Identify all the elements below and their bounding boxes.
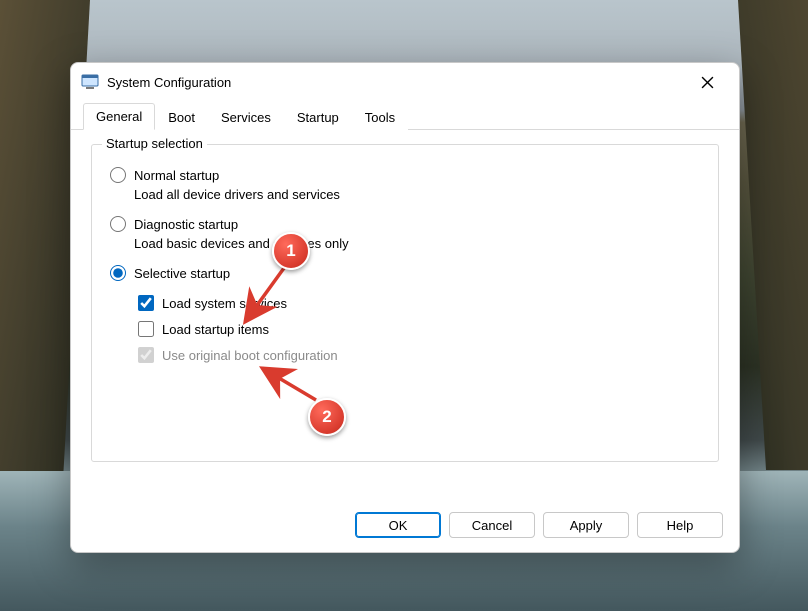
- startup-selection-group: Startup selection Normal startup Load al…: [91, 144, 719, 462]
- close-icon: [701, 76, 714, 89]
- radio-diagnostic-input[interactable]: [110, 216, 126, 232]
- radio-normal-startup[interactable]: Normal startup: [110, 167, 700, 183]
- titlebar: System Configuration: [71, 63, 739, 101]
- radio-diagnostic-desc: Load basic devices and services only: [134, 236, 700, 251]
- window-title: System Configuration: [107, 75, 231, 90]
- checkbox-use-original-boot-label: Use original boot configuration: [162, 348, 338, 363]
- cancel-button[interactable]: Cancel: [449, 512, 535, 538]
- radio-normal-input[interactable]: [110, 167, 126, 183]
- help-button[interactable]: Help: [637, 512, 723, 538]
- group-legend: Startup selection: [102, 136, 207, 151]
- radio-selective-input[interactable]: [110, 265, 126, 281]
- ok-button[interactable]: OK: [355, 512, 441, 538]
- tab-general[interactable]: General: [83, 103, 155, 130]
- tab-tools[interactable]: Tools: [352, 104, 408, 130]
- radio-diagnostic-startup[interactable]: Diagnostic startup: [110, 216, 700, 232]
- checkbox-load-system-services-label: Load system services: [162, 296, 287, 311]
- checkbox-use-original-boot-input: [138, 347, 154, 363]
- system-configuration-dialog: System Configuration General Boot Servic…: [70, 62, 740, 553]
- tabstrip: General Boot Services Startup Tools: [71, 101, 739, 130]
- checkbox-load-startup-items[interactable]: Load startup items: [138, 321, 700, 337]
- radio-normal-label: Normal startup: [134, 168, 219, 183]
- checkbox-load-system-services[interactable]: Load system services: [138, 295, 700, 311]
- checkbox-load-startup-items-label: Load startup items: [162, 322, 269, 337]
- close-button[interactable]: [685, 67, 729, 97]
- radio-selective-startup[interactable]: Selective startup: [110, 265, 700, 281]
- checkbox-use-original-boot: Use original boot configuration: [138, 347, 700, 363]
- annotation-badge-2: 2: [308, 398, 346, 436]
- checkbox-load-startup-items-input[interactable]: [138, 321, 154, 337]
- annotation-badge-1: 1: [272, 232, 310, 270]
- tabpanel-general: Startup selection Normal startup Load al…: [71, 130, 739, 502]
- radio-normal-desc: Load all device drivers and services: [134, 187, 700, 202]
- apply-button[interactable]: Apply: [543, 512, 629, 538]
- radio-diagnostic-label: Diagnostic startup: [134, 217, 238, 232]
- tab-boot[interactable]: Boot: [155, 104, 208, 130]
- app-icon: [81, 73, 99, 91]
- dialog-button-row: OK Cancel Apply Help: [71, 502, 739, 552]
- radio-selective-label: Selective startup: [134, 266, 230, 281]
- tab-startup[interactable]: Startup: [284, 104, 352, 130]
- checkbox-load-system-services-input[interactable]: [138, 295, 154, 311]
- tab-services[interactable]: Services: [208, 104, 284, 130]
